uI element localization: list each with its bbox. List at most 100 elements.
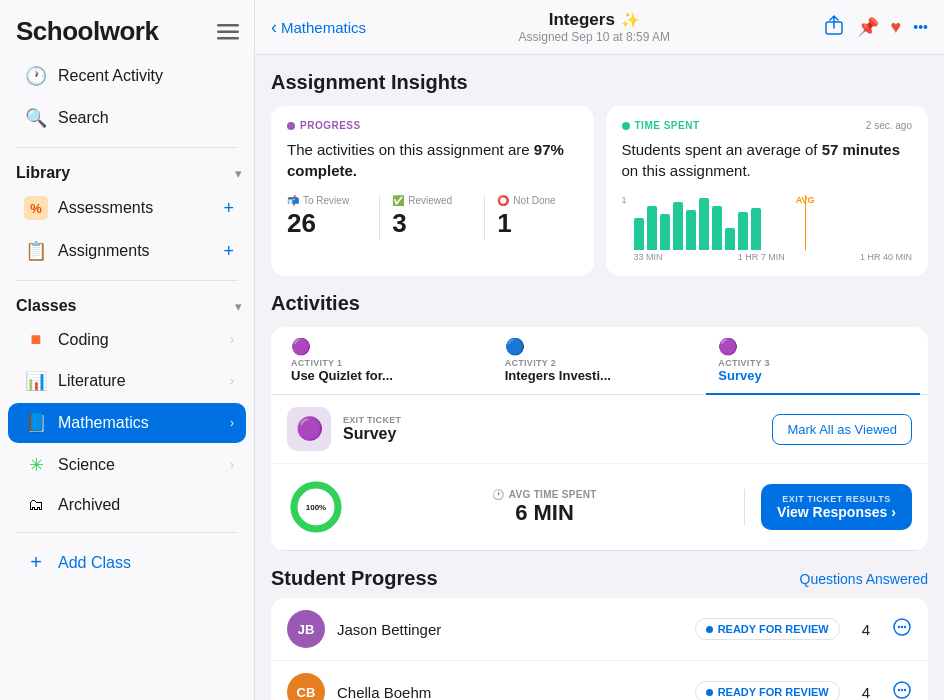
to-review-value: 26: [287, 208, 367, 239]
sidebar-item-add-class[interactable]: + Add Class: [8, 542, 246, 583]
back-label: Mathematics: [281, 19, 366, 36]
tab-activity-1[interactable]: 🟣 ACTIVITY 1 Use Quizlet for...: [279, 327, 493, 395]
chevron-right-icon-5: ›: [891, 504, 896, 520]
view-responses-main: View Responses ›: [777, 504, 896, 520]
assignments-icon: 📋: [24, 240, 48, 262]
sidebar-item-assignments[interactable]: 📋 Assignments +: [8, 231, 246, 271]
bar-8: [725, 228, 735, 250]
tab-1-badge: ACTIVITY 1: [291, 358, 481, 368]
svg-point-9: [904, 625, 906, 627]
sidebar-toggle-icon[interactable]: [214, 18, 242, 46]
student-progress-title: Student Progress: [271, 567, 438, 590]
exit-ticket-row: 🟣 EXIT TICKET Survey Mark All as Viewed: [271, 395, 928, 464]
sidebar-item-label: Science: [58, 456, 220, 474]
svg-rect-2: [217, 37, 239, 40]
sparkle-icon: ✨: [621, 11, 640, 29]
view-responses-button[interactable]: EXIT TICKET RESULTS View Responses ›: [761, 484, 912, 530]
chart-label-2: 1 HR 7 MIN: [738, 252, 785, 262]
stats-row: 📬 To Review 26 ✅ Reviewed 3: [287, 195, 578, 239]
add-assessment-icon[interactable]: +: [223, 198, 234, 219]
svg-point-12: [901, 688, 903, 690]
tab-2-icon: 🔵: [505, 337, 695, 356]
avg-time-info: 🕐 AVG TIME SPENT 6 MIN: [361, 489, 745, 526]
more-button-jason[interactable]: [892, 617, 912, 642]
share-button[interactable]: [823, 14, 845, 41]
chart-labels: 33 MIN 1 HR 7 MIN 1 HR 40 MIN: [634, 252, 913, 262]
add-class-icon: +: [24, 551, 48, 574]
chevron-right-icon-3: ›: [230, 416, 234, 430]
sidebar-item-label: Archived: [58, 496, 234, 514]
tab-activity-3[interactable]: 🟣 ACTIVITY 3 Survey: [706, 327, 920, 395]
exit-ticket-info: EXIT TICKET Survey: [343, 415, 760, 443]
avg-label: AVG: [796, 195, 815, 205]
inbox-icon: 📬: [287, 195, 299, 206]
sidebar-item-coding[interactable]: ■ Coding ›: [8, 320, 246, 359]
mark-all-viewed-button[interactable]: Mark All as Viewed: [772, 414, 912, 445]
student-progress-header: Student Progress Questions Answered: [271, 567, 928, 590]
sidebar-item-science[interactable]: ✳ Science ›: [8, 445, 246, 485]
sidebar-item-recent-activity[interactable]: 🕐 Recent Activity: [8, 56, 246, 96]
sidebar-item-assessments[interactable]: % Assessments +: [8, 187, 246, 229]
main-content: ‹ Mathematics Integers ✨ Assigned Sep 10…: [255, 0, 944, 700]
chart-label-3: 1 HR 40 MIN: [860, 252, 912, 262]
bar-2: [647, 206, 657, 250]
more-button[interactable]: •••: [913, 19, 928, 35]
ready-badge-jason: READY FOR REVIEW: [695, 618, 840, 640]
add-assignment-icon[interactable]: +: [223, 241, 234, 262]
student-row-2: CB Chella Boehm READY FOR REVIEW 4: [271, 661, 928, 700]
svg-rect-1: [217, 30, 239, 33]
back-button[interactable]: ‹ Mathematics: [271, 17, 366, 38]
time-dot-icon: [622, 122, 630, 130]
time-badge-label: TIME SPENT: [635, 120, 700, 131]
donut-chart: 100%: [287, 478, 345, 536]
svg-point-13: [904, 688, 906, 690]
tab-1-name: Use Quizlet for...: [291, 368, 481, 383]
avatar-initials-2: CB: [297, 685, 316, 700]
reviewed-stat: ✅ Reviewed 3: [392, 195, 485, 239]
student-name-chella: Chella Boehm: [337, 684, 683, 701]
sidebar-item-label: Literature: [58, 372, 220, 390]
heart-button[interactable]: ♥: [891, 17, 902, 38]
progress-dot-icon: [287, 122, 295, 130]
insights-title: Assignment Insights: [271, 71, 928, 94]
tab-activity-2[interactable]: 🔵 ACTIVITY 2 Integers Investi...: [493, 327, 707, 395]
not-done-stat: ⭕ Not Done 1: [497, 195, 577, 239]
avatar-chella: CB: [287, 673, 325, 700]
sidebar-item-search[interactable]: 🔍 Search: [8, 98, 246, 138]
sidebar-item-archived[interactable]: 🗂 Archived: [8, 487, 246, 523]
pin-button[interactable]: 📌: [857, 16, 879, 38]
clock-icon-2: 🕐: [492, 489, 504, 500]
sidebar-item-label: Mathematics: [58, 414, 220, 432]
check-icon: ✅: [392, 195, 404, 206]
student-row: JB Jason Bettinger READY FOR REVIEW 4: [271, 598, 928, 661]
bar-4: [673, 202, 683, 250]
more-button-chella[interactable]: [892, 680, 912, 701]
student-score-jason: 4: [862, 621, 870, 638]
ready-badge-label-2: READY FOR REVIEW: [718, 686, 829, 698]
library-section-header[interactable]: Library ▾: [0, 156, 254, 186]
activities-tabs: 🟣 ACTIVITY 1 Use Quizlet for... 🔵 ACTIVI…: [271, 327, 928, 395]
timestamp: 2 sec. ago: [866, 120, 912, 131]
activities-title: Activities: [271, 292, 928, 315]
literature-icon: 📊: [24, 370, 48, 392]
classes-section-header[interactable]: Classes ▾: [0, 289, 254, 319]
sidebar-item-literature[interactable]: 📊 Literature ›: [8, 361, 246, 401]
avatar-initials: JB: [298, 622, 315, 637]
time-badge: TIME SPENT: [622, 120, 700, 131]
questions-answered-link[interactable]: Questions Answered: [800, 571, 928, 587]
chevron-right-icon-4: ›: [230, 458, 234, 472]
sidebar-header: Schoolwork: [0, 16, 254, 55]
exit-ticket-icon: 🟣: [287, 407, 331, 451]
ready-dot-icon-2: [706, 689, 713, 696]
svg-point-8: [901, 625, 903, 627]
sidebar-divider-3: [16, 532, 238, 533]
to-review-stat: 📬 To Review 26: [287, 195, 380, 239]
sidebar-item-label: Search: [58, 109, 234, 127]
chevron-down-icon: ▾: [235, 166, 242, 181]
sidebar-item-label: Assignments: [58, 242, 213, 260]
classes-title: Classes: [16, 297, 225, 315]
sidebar-item-mathematics[interactable]: 📘 Mathematics ›: [8, 403, 246, 443]
tab-3-badge: ACTIVITY 3: [718, 358, 908, 368]
avg-time-label-text: AVG TIME SPENT: [509, 489, 597, 500]
insights-row: PROGRESS The activities on this assignme…: [271, 106, 928, 276]
